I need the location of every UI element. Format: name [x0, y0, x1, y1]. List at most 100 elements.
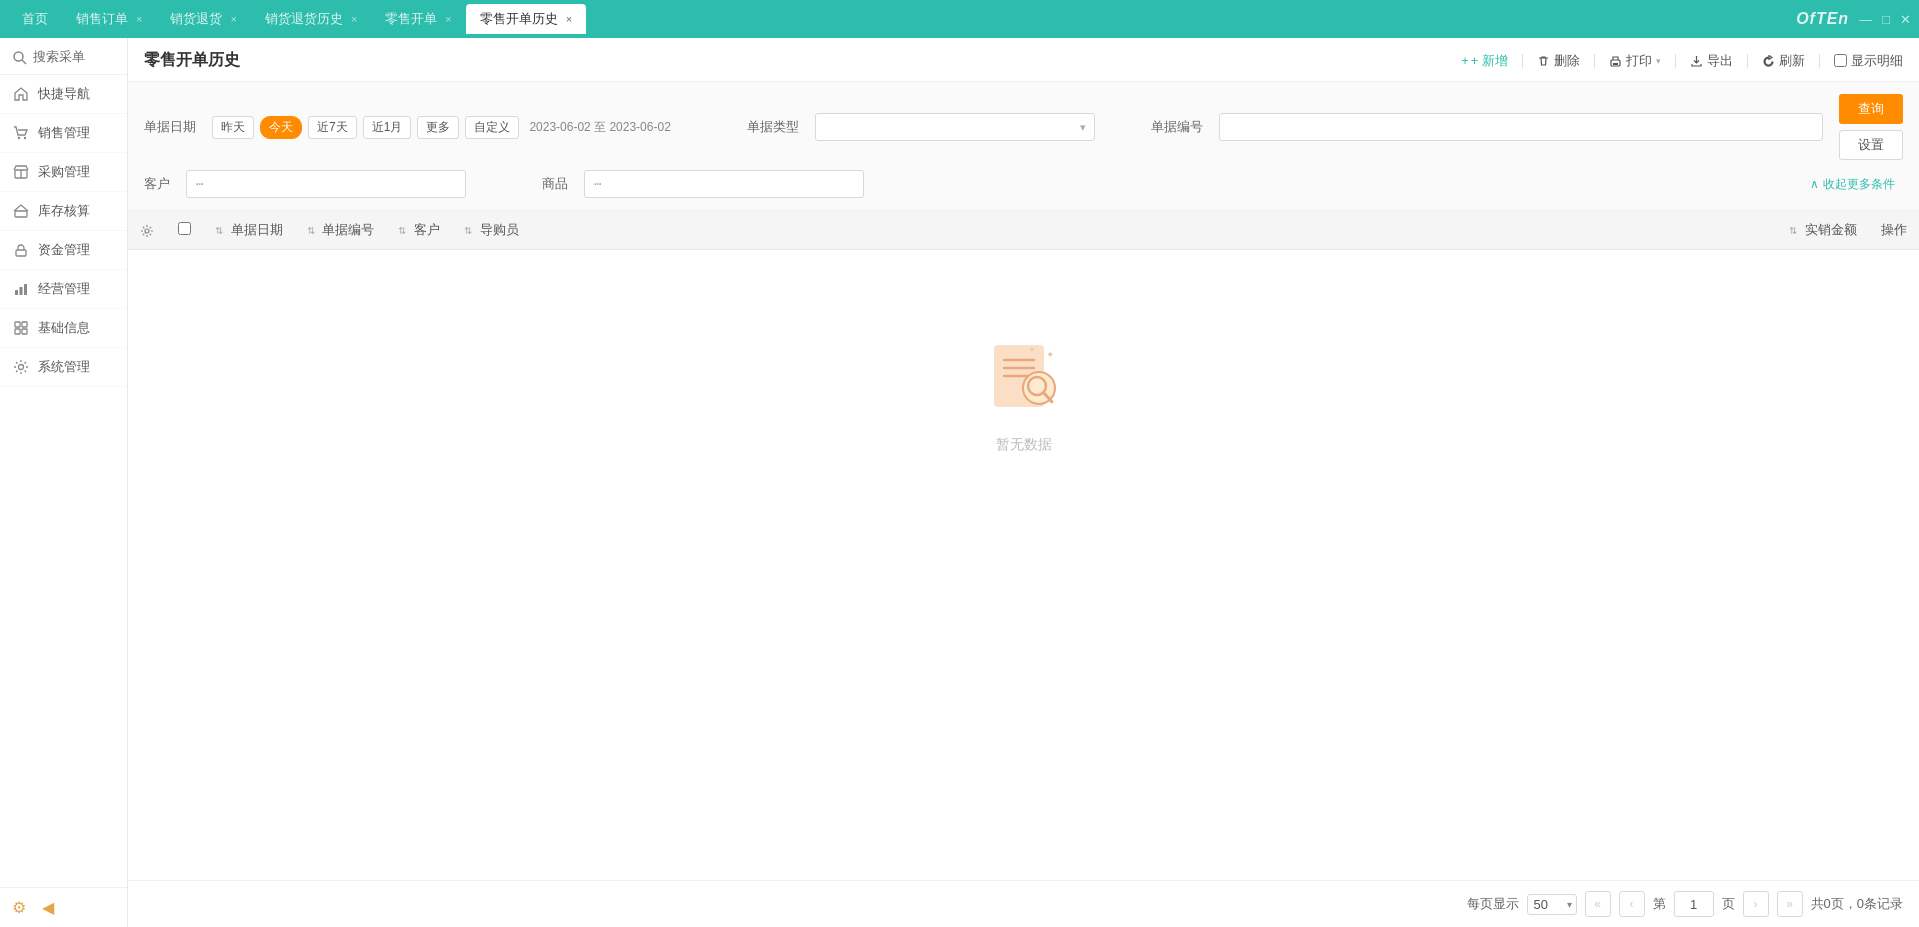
sidebar-item-purchase-mgmt[interactable]: 采购管理	[0, 153, 127, 192]
refresh-button[interactable]: 刷新	[1762, 52, 1805, 70]
th-date[interactable]: 单据日期	[203, 211, 295, 250]
prev-page-button[interactable]: ‹	[1619, 891, 1645, 917]
date-controls: 昨天 今天 近7天 近1月 更多 自定义 2023-06-02 至 2023-0…	[212, 116, 671, 139]
sidebar-collapse-icon[interactable]: ◀	[42, 898, 54, 917]
sidebar-item-label: 快捷导航	[38, 85, 90, 103]
data-table: 单据日期 单据编号 客户 导购员 实销金额	[128, 211, 1919, 250]
pagination: 每页显示 10 20 50 100 « ‹ 第 页 › » 共0页，0条记录	[128, 880, 1919, 927]
sidebar-search-label: 搜索采单	[33, 48, 85, 66]
tab-retail-open-history[interactable]: 零售开单历史 ×	[466, 4, 586, 34]
th-guide[interactable]: 导购员	[452, 211, 531, 250]
select-all-checkbox[interactable]	[178, 222, 191, 235]
export-button[interactable]: 导出	[1690, 52, 1733, 70]
divider5	[1819, 54, 1820, 68]
customer-input[interactable]: ···	[186, 170, 466, 198]
minimize-icon[interactable]: —	[1859, 12, 1872, 27]
tab-sales-return-history[interactable]: 销货退货历史 ×	[251, 4, 371, 34]
sidebar-item-system-mgmt[interactable]: 系统管理	[0, 348, 127, 387]
svg-text:✦: ✦	[1029, 346, 1035, 353]
sidebar-item-finance[interactable]: 资金管理	[0, 231, 127, 270]
sidebar-item-sales-mgmt[interactable]: 销售管理	[0, 114, 127, 153]
display-cols-checkbox[interactable]: 显示明细	[1834, 52, 1903, 70]
close-icon[interactable]: ✕	[1900, 12, 1911, 27]
delete-button[interactable]: 删除	[1537, 52, 1580, 70]
page-label: 页	[1722, 895, 1735, 913]
print-button[interactable]: 打印 ▾	[1609, 52, 1661, 70]
tab-sales-order[interactable]: 销售订单 ×	[62, 4, 156, 34]
page-title: 零售开单历史	[144, 50, 240, 71]
sidebar-search[interactable]: 搜索采单	[0, 38, 127, 75]
th-amount[interactable]: 实销金额	[1777, 211, 1869, 250]
sidebar-item-operation[interactable]: 经营管理	[0, 270, 127, 309]
th-gear[interactable]	[128, 211, 166, 250]
query-btn-group: 查询 设置	[1839, 94, 1903, 160]
display-cols-input[interactable]	[1834, 54, 1847, 67]
page-number-input[interactable]	[1674, 891, 1714, 917]
empty-illustration: ✦ ✦	[974, 330, 1074, 420]
tab-close-retail-open-history[interactable]: ×	[566, 13, 572, 25]
table-wrapper: 单据日期 单据编号 客户 导购员 实销金额	[128, 211, 1919, 880]
sidebar-item-inventory[interactable]: 库存核算	[0, 192, 127, 231]
first-page-button[interactable]: «	[1585, 891, 1611, 917]
svg-rect-9	[20, 287, 23, 295]
tab-close-retail-open[interactable]: ×	[445, 13, 451, 25]
maximize-icon[interactable]: □	[1882, 12, 1890, 27]
no-label: 单据编号	[1151, 118, 1203, 136]
query-button[interactable]: 查询	[1839, 94, 1903, 124]
page-size-select[interactable]: 10 20 50 100	[1527, 894, 1577, 915]
th-customer[interactable]: 客户	[386, 211, 452, 250]
tab-sales-return[interactable]: 销货退货 ×	[156, 4, 250, 34]
content-area: 零售开单历史 + + 新增 删除	[128, 38, 1919, 927]
settings-button[interactable]: 设置	[1839, 130, 1903, 160]
th-checkbox[interactable]	[166, 211, 203, 250]
warehouse-icon	[12, 202, 30, 220]
tab-close-sales-return-history[interactable]: ×	[351, 13, 357, 25]
collapse-button[interactable]: ∧ 收起更多条件	[1802, 172, 1903, 197]
add-icon: +	[1461, 53, 1469, 68]
sidebar-settings-icon[interactable]: ⚙	[12, 898, 26, 917]
type-select[interactable]: ▾	[815, 113, 1095, 141]
svg-line-1	[22, 60, 26, 64]
goods-input[interactable]: ···	[584, 170, 864, 198]
svg-point-18	[145, 229, 149, 233]
tab-close-sales-order[interactable]: ×	[136, 13, 142, 25]
main-layout: 搜索采单 快捷导航 销售管理	[0, 38, 1919, 927]
grid-icon	[12, 319, 30, 337]
date-btn-more[interactable]: 更多	[417, 116, 459, 139]
customer-dots-icon: ···	[195, 175, 202, 193]
print-dropdown-icon[interactable]: ▾	[1656, 56, 1661, 66]
date-label: 单据日期	[144, 118, 196, 136]
sidebar-item-basic-info[interactable]: 基础信息	[0, 309, 127, 348]
empty-text: 暂无数据	[996, 436, 1052, 454]
add-button[interactable]: + + 新增	[1461, 52, 1508, 70]
print-icon	[1609, 53, 1622, 68]
date-btn-yesterday[interactable]: 昨天	[212, 116, 254, 139]
tab-home[interactable]: 首页	[8, 4, 62, 34]
sidebar-item-label: 经营管理	[38, 280, 90, 298]
date-btn-custom[interactable]: 自定义	[465, 116, 519, 139]
svg-point-15	[19, 365, 24, 370]
empty-state: ✦ ✦ 暂无数据	[128, 250, 1919, 534]
svg-rect-11	[15, 322, 20, 327]
page-size-wrapper: 10 20 50 100	[1527, 894, 1577, 915]
svg-rect-12	[22, 322, 27, 327]
sidebar: 搜索采单 快捷导航 销售管理	[0, 38, 128, 927]
svg-point-2	[18, 137, 20, 139]
tab-retail-open[interactable]: 零售开单 ×	[371, 4, 465, 34]
sidebar-item-quick-nav[interactable]: 快捷导航	[0, 75, 127, 114]
next-page-button[interactable]: ›	[1743, 891, 1769, 917]
divider2	[1594, 54, 1595, 68]
home-icon	[12, 85, 30, 103]
toolbar: + + 新增 删除	[1461, 52, 1903, 70]
no-input[interactable]	[1219, 113, 1823, 141]
date-btn-1month[interactable]: 近1月	[363, 116, 412, 139]
svg-rect-8	[15, 290, 18, 295]
th-no[interactable]: 单据编号	[295, 211, 387, 250]
tab-close-sales-return[interactable]: ×	[230, 13, 236, 25]
svg-point-3	[24, 137, 26, 139]
date-btn-today[interactable]: 今天	[260, 116, 302, 139]
cart-icon	[12, 124, 30, 142]
date-btn-7days[interactable]: 近7天	[308, 116, 357, 139]
svg-rect-14	[22, 329, 27, 334]
last-page-button[interactable]: »	[1777, 891, 1803, 917]
